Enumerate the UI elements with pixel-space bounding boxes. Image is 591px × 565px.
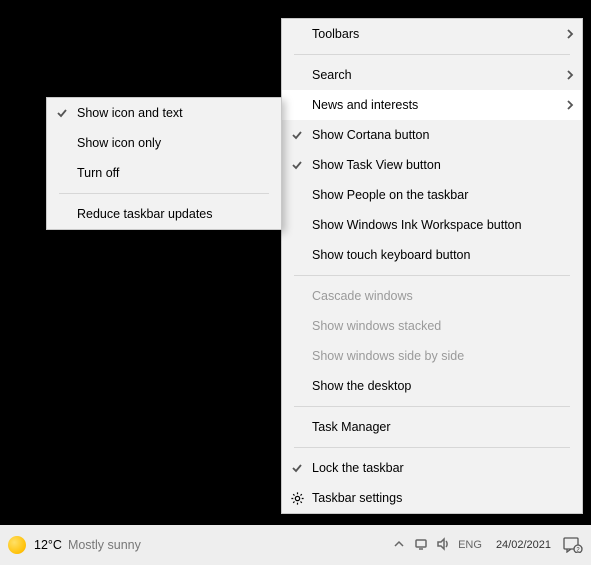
taskbar-clock[interactable]: 24/02/2021 bbox=[496, 539, 551, 551]
menu-item-show-side-by-side: Show windows side by side bbox=[282, 341, 582, 371]
menu-item-label: Show icon and text bbox=[77, 106, 281, 120]
checkmark-icon bbox=[282, 129, 312, 141]
menu-item-show-desktop[interactable]: Show the desktop bbox=[282, 371, 582, 401]
desktop: Toolbars Search News and interests Show … bbox=[0, 0, 591, 565]
volume-icon[interactable] bbox=[436, 537, 450, 554]
menu-item-label: Show Cortana button bbox=[312, 128, 558, 142]
taskbar-date: 24/02/2021 bbox=[496, 539, 551, 551]
menu-item-show-people[interactable]: Show People on the taskbar bbox=[282, 180, 582, 210]
menu-item-show-task-view[interactable]: Show Task View button bbox=[282, 150, 582, 180]
menu-item-lock-taskbar[interactable]: Lock the taskbar bbox=[282, 453, 582, 483]
checkmark-icon bbox=[282, 462, 312, 474]
taskbar-context-menu: Toolbars Search News and interests Show … bbox=[281, 18, 583, 514]
menu-item-show-stacked: Show windows stacked bbox=[282, 311, 582, 341]
menu-item-task-manager[interactable]: Task Manager bbox=[282, 412, 582, 442]
menu-item-label: Cascade windows bbox=[312, 289, 558, 303]
submenu-item-reduce-updates[interactable]: Reduce taskbar updates bbox=[47, 199, 281, 229]
menu-item-show-touch-keyboard[interactable]: Show touch keyboard button bbox=[282, 240, 582, 270]
menu-separator bbox=[59, 193, 269, 194]
menu-item-label: Show People on the taskbar bbox=[312, 188, 558, 202]
chevron-right-icon bbox=[558, 69, 582, 81]
menu-item-label: Task Manager bbox=[312, 420, 558, 434]
chevron-right-icon bbox=[558, 99, 582, 111]
menu-item-show-cortana[interactable]: Show Cortana button bbox=[282, 120, 582, 150]
menu-item-label: Turn off bbox=[77, 166, 281, 180]
menu-item-taskbar-settings[interactable]: Taskbar settings bbox=[282, 483, 582, 513]
submenu-item-icon-and-text[interactable]: Show icon and text bbox=[47, 98, 281, 128]
weather-sunny-icon bbox=[8, 536, 26, 554]
menu-item-label: Show the desktop bbox=[312, 379, 558, 393]
menu-item-cascade-windows: Cascade windows bbox=[282, 281, 582, 311]
menu-item-label: Taskbar settings bbox=[312, 491, 558, 505]
menu-item-label: Show windows side by side bbox=[312, 349, 558, 363]
menu-item-label: Show icon only bbox=[77, 136, 281, 150]
menu-item-show-ink-workspace[interactable]: Show Windows Ink Workspace button bbox=[282, 210, 582, 240]
gear-icon bbox=[282, 491, 312, 506]
checkmark-icon bbox=[47, 107, 77, 119]
menu-item-label: Lock the taskbar bbox=[312, 461, 558, 475]
checkmark-icon bbox=[282, 159, 312, 171]
menu-item-news-and-interests[interactable]: News and interests bbox=[282, 90, 582, 120]
menu-item-label: Show windows stacked bbox=[312, 319, 558, 333]
news-interests-submenu: Show icon and text Show icon only Turn o… bbox=[46, 97, 282, 230]
menu-item-label: Toolbars bbox=[312, 27, 558, 41]
menu-item-label: Show Task View button bbox=[312, 158, 558, 172]
menu-item-toolbars[interactable]: Toolbars bbox=[282, 19, 582, 49]
tray-chevron-up-icon[interactable] bbox=[392, 537, 406, 554]
weather-temperature[interactable]: 12°C bbox=[34, 538, 62, 552]
system-tray: ENG bbox=[392, 537, 482, 554]
language-indicator[interactable]: ENG bbox=[458, 539, 482, 551]
menu-item-label: Reduce taskbar updates bbox=[77, 207, 281, 221]
menu-separator bbox=[294, 447, 570, 448]
action-center-icon[interactable]: 2 bbox=[563, 537, 583, 553]
menu-item-label: News and interests bbox=[312, 98, 558, 112]
chevron-right-icon bbox=[558, 28, 582, 40]
menu-item-label: Show Windows Ink Workspace button bbox=[312, 218, 558, 232]
menu-separator bbox=[294, 275, 570, 276]
menu-item-label: Search bbox=[312, 68, 558, 82]
menu-item-label: Show touch keyboard button bbox=[312, 248, 558, 262]
menu-separator bbox=[294, 406, 570, 407]
submenu-item-icon-only[interactable]: Show icon only bbox=[47, 128, 281, 158]
menu-item-search[interactable]: Search bbox=[282, 60, 582, 90]
taskbar[interactable]: 12°C Mostly sunny ENG 24/02/2021 2 bbox=[0, 525, 591, 565]
network-icon[interactable] bbox=[414, 537, 428, 554]
submenu-item-turn-off[interactable]: Turn off bbox=[47, 158, 281, 188]
menu-separator bbox=[294, 54, 570, 55]
weather-condition[interactable]: Mostly sunny bbox=[68, 538, 141, 552]
